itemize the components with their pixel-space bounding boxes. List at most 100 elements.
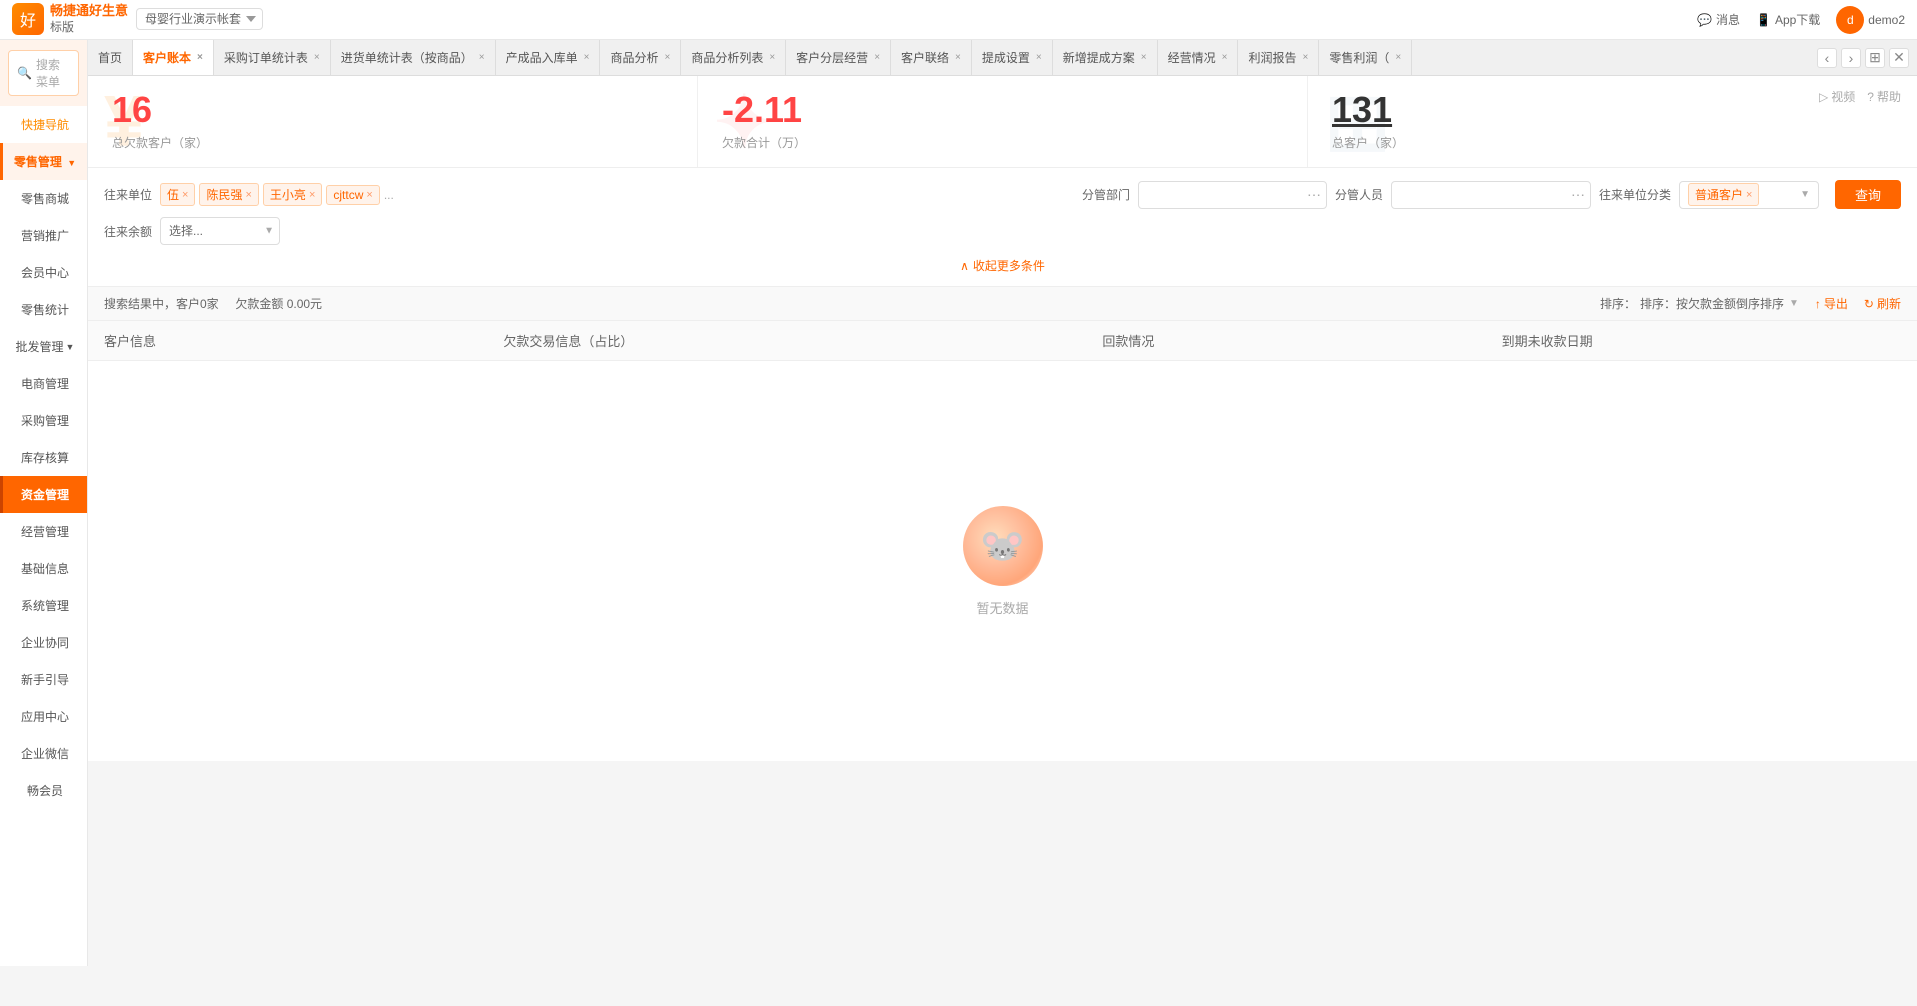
help-button[interactable]: ? 帮助	[1867, 88, 1901, 105]
stat-customers-label: 总欠款客户（家）	[112, 134, 208, 151]
sidebar-item-retail-mall[interactable]: 零售商城	[0, 180, 87, 217]
unit-category-select[interactable]: 普通客户 × ▼	[1679, 181, 1819, 209]
tag-close-chen[interactable]: ×	[245, 189, 251, 201]
tab-customer-accounts[interactable]: 客户账本 ×	[133, 40, 214, 75]
sidebar-item-member-center[interactable]: 会员中心	[0, 254, 87, 291]
balance-select[interactable]: 选择...	[160, 217, 280, 245]
sidebar-item-inventory[interactable]: 库存核算	[0, 439, 87, 476]
tab-customer-tier[interactable]: 客户分层经营 ×	[786, 40, 891, 75]
tab-product-in-single[interactable]: 产成品入库单 ×	[496, 40, 601, 75]
filter-tag-wu[interactable]: 伍 ×	[160, 183, 195, 206]
tab-close-goods-analysis-list[interactable]: ×	[769, 52, 775, 63]
tab-close-all-button[interactable]: ✕	[1889, 48, 1909, 68]
tag-close-cj[interactable]: ×	[366, 189, 372, 201]
tab-close-goods-analysis[interactable]: ×	[664, 52, 670, 63]
tab-close-purchase-order-stats[interactable]: ×	[314, 52, 320, 63]
tab-menu-button[interactable]: ⊞	[1865, 48, 1885, 68]
tab-customer-contact[interactable]: 客户联络 ×	[891, 40, 972, 75]
tag-close-wu[interactable]: ×	[182, 189, 188, 201]
dept-input[interactable]	[1138, 181, 1327, 209]
filter-unit-tags: 伍 × 陈民强 × 王小亮 × cjttcw ×	[160, 183, 1074, 206]
tab-close-customer-tier[interactable]: ×	[874, 52, 880, 63]
sidebar-item-ecommerce[interactable]: 电商管理	[0, 365, 87, 402]
video-help-button[interactable]: ▷ 视频	[1819, 88, 1855, 105]
logo-text: 畅捷通好生意 标版	[50, 3, 128, 35]
filter-row-1: 往来单位 伍 × 陈民强 × 王小亮 ×	[104, 180, 1901, 209]
tab-inventory-stats[interactable]: 进货单统计表（按商品） ×	[331, 40, 496, 75]
filter-tag-cj[interactable]: cjttcw ×	[326, 185, 379, 205]
search-input-area[interactable]: 🔍 搜索菜单	[8, 50, 79, 96]
sidebar-item-enterprise-wechat[interactable]: 企业微信	[0, 735, 87, 772]
unit-label: 往来单位	[104, 186, 152, 203]
user-avatar-area[interactable]: d demo2	[1836, 6, 1905, 34]
tab-purchase-order-stats[interactable]: 采购订单统计表 ×	[214, 40, 331, 75]
sidebar-item-wholesale-mgmt[interactable]: 批发管理 ▼	[0, 328, 87, 365]
template-select[interactable]: 母婴行业演示帐套	[136, 8, 263, 30]
collapse-button[interactable]: ∧ 收起更多条件	[960, 257, 1045, 274]
sidebar-item-system[interactable]: 系统管理	[0, 587, 87, 624]
sidebar-item-retail-mgmt[interactable]: 零售管理 ▼	[0, 143, 87, 180]
refresh-button[interactable]: ↻ 刷新	[1864, 295, 1901, 312]
sidebar-item-app-center[interactable]: 应用中心	[0, 698, 87, 735]
tab-goods-analysis[interactable]: 商品分析 ×	[600, 40, 681, 75]
person-dots-icon[interactable]: ⋯	[1571, 186, 1585, 203]
tag-close-common[interactable]: ×	[1746, 189, 1752, 201]
tab-profit-report[interactable]: 利润报告 ×	[1238, 40, 1319, 75]
filter-tag-more[interactable]: ...	[384, 188, 394, 202]
tab-close-customer-accounts[interactable]: ×	[197, 52, 203, 63]
person-input[interactable]	[1391, 181, 1591, 209]
search-result-text: 搜索结果中，客户0家 欠款金额 0.00元	[104, 295, 322, 312]
unit-category-arrow: ▼	[1800, 189, 1810, 200]
sidebar-item-purchase[interactable]: 采购管理	[0, 402, 87, 439]
dept-dots-icon[interactable]: ⋯	[1307, 186, 1321, 203]
header-debt-info: 欠款交易信息（占比）	[503, 331, 1102, 350]
avatar: d	[1836, 6, 1864, 34]
top-bar-left: 好 畅捷通好生意 标版 母婴行业演示帐套	[12, 3, 263, 35]
tab-prev-button[interactable]: ‹	[1817, 48, 1837, 68]
filter-tag-chen[interactable]: 陈民强 ×	[199, 183, 258, 206]
sidebar-item-quick-nav[interactable]: 快捷导航	[0, 106, 87, 143]
export-button[interactable]: ↑ 导出	[1815, 295, 1848, 312]
top-bar-right: 💬 消息 📱 App下载 d demo2	[1697, 6, 1905, 34]
tab-new-mention-plan[interactable]: 新增提成方案 ×	[1053, 40, 1158, 75]
tab-close-profit-report[interactable]: ×	[1302, 52, 1308, 63]
tab-operations-status[interactable]: 经营情况 ×	[1158, 40, 1239, 75]
empty-icon: 🐭	[963, 506, 1043, 586]
sidebar-item-enterprise-coop[interactable]: 企业协同	[0, 624, 87, 661]
tab-home[interactable]: 首页	[88, 40, 133, 75]
tab-close-mention-settings[interactable]: ×	[1036, 52, 1042, 63]
person-label: 分管人员	[1335, 186, 1383, 203]
sidebar-item-basic-info[interactable]: 基础信息	[0, 550, 87, 587]
app-download-button[interactable]: 📱 App下载	[1756, 11, 1820, 28]
export-icon: ↑	[1815, 297, 1821, 311]
sidebar-item-newbie[interactable]: 新手引导	[0, 661, 87, 698]
tab-next-button[interactable]: ›	[1841, 48, 1861, 68]
tab-close-product-in-single[interactable]: ×	[584, 52, 590, 63]
stat-debt-value: -2.11	[722, 92, 806, 128]
sidebar-item-vip[interactable]: 畅会员	[0, 772, 87, 809]
sidebar-item-finance[interactable]: 资金管理	[0, 476, 87, 513]
tab-mention-settings[interactable]: 提成设置 ×	[972, 40, 1053, 75]
sidebar-item-operations[interactable]: 经营管理	[0, 513, 87, 550]
tab-goods-analysis-list[interactable]: 商品分析列表 ×	[681, 40, 786, 75]
sidebar-item-marketing[interactable]: 营销推广	[0, 217, 87, 254]
tab-close-customer-contact[interactable]: ×	[955, 52, 961, 63]
message-button[interactable]: 💬 消息	[1697, 11, 1740, 28]
search-result-bar: 搜索结果中，客户0家 欠款金额 0.00元 排序： 排序：按欠款金额倒序排序 ▼…	[88, 287, 1917, 321]
sort-select[interactable]: 排序：按欠款金额倒序排序	[1640, 297, 1785, 311]
tab-close-new-mention-plan[interactable]: ×	[1141, 52, 1147, 63]
sidebar-item-retail-stats[interactable]: 零售统计	[0, 291, 87, 328]
logo-area: 好 畅捷通好生意 标版	[12, 3, 128, 35]
filter-tag-wang[interactable]: 王小亮 ×	[263, 183, 322, 206]
tab-close-retail-profit[interactable]: ×	[1395, 52, 1401, 63]
filter-tag-common[interactable]: 普通客户 ×	[1688, 183, 1759, 206]
empty-state: 🐭 暂无数据	[963, 506, 1043, 617]
stat-all-label: 总客户（家）	[1332, 134, 1404, 151]
sidebar-search-area[interactable]: 🔍 搜索菜单	[0, 40, 87, 106]
tag-close-wang[interactable]: ×	[309, 189, 315, 201]
tab-close-inventory-stats[interactable]: ×	[479, 52, 485, 63]
tab-retail-profit[interactable]: 零售利润（ ×	[1319, 40, 1412, 75]
tab-close-operations-status[interactable]: ×	[1222, 52, 1228, 63]
stat-all-value[interactable]: 131	[1332, 92, 1404, 128]
query-button[interactable]: 查询	[1835, 180, 1901, 209]
